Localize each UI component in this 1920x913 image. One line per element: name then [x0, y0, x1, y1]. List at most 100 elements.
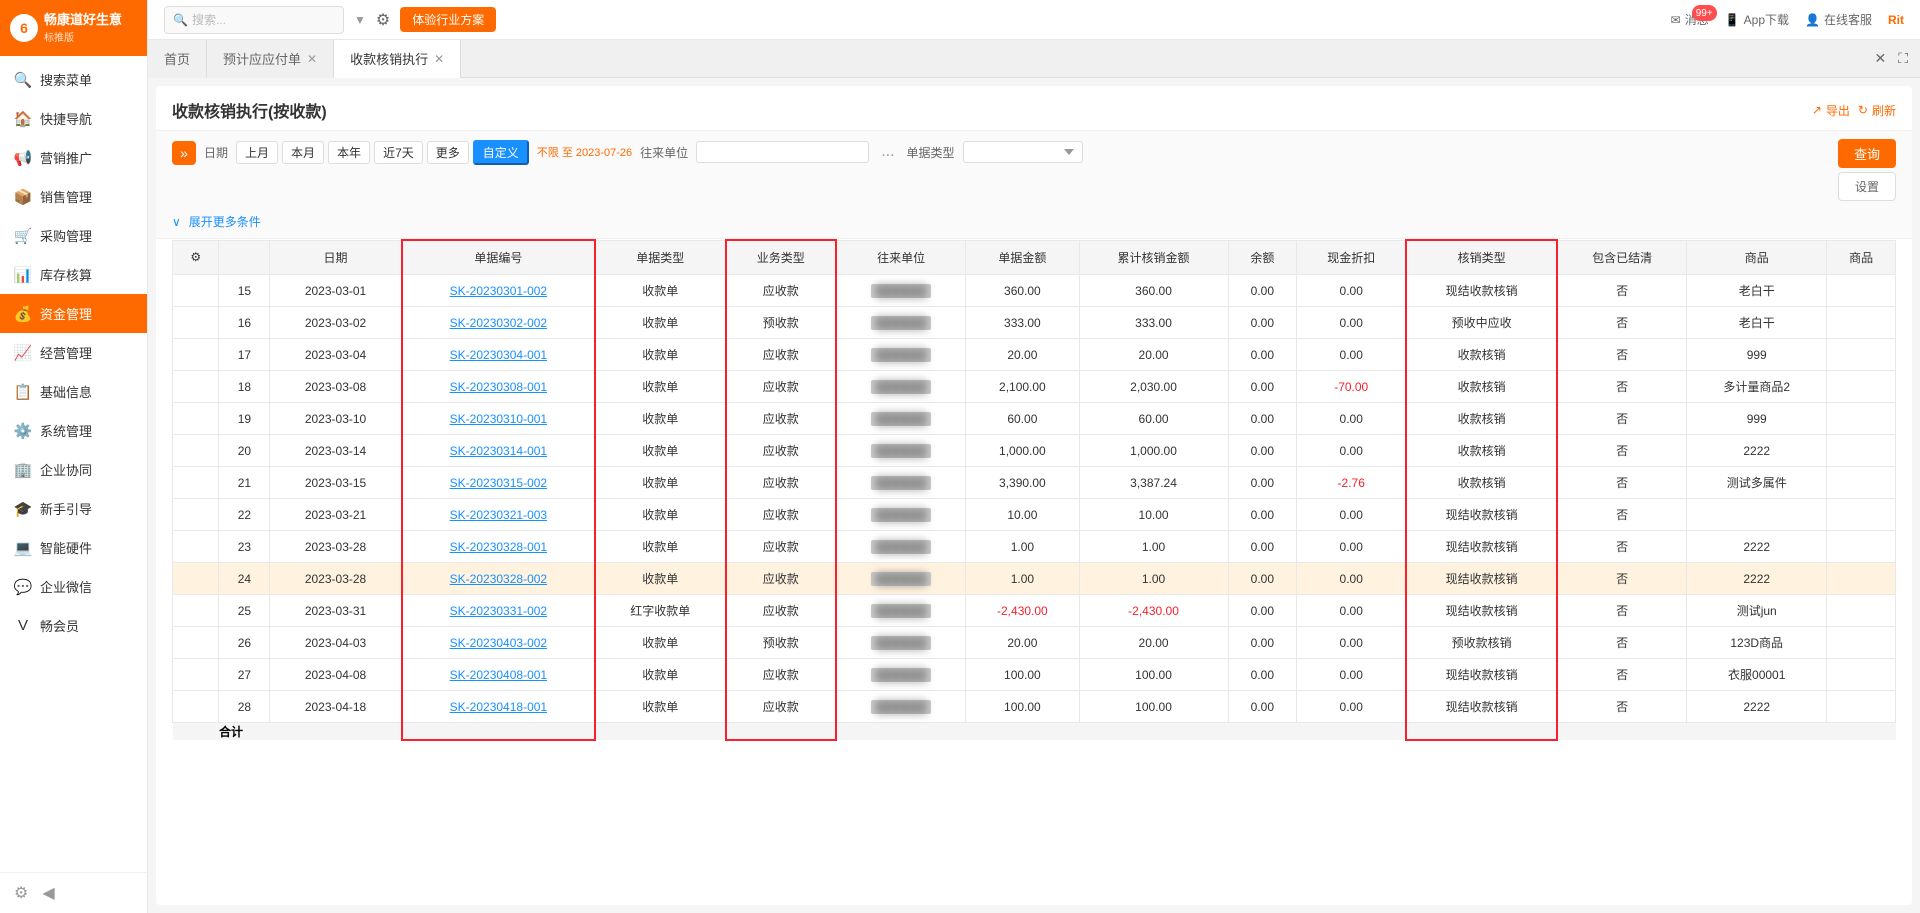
export-button[interactable]: ↗ 导出 — [1812, 102, 1850, 119]
sidebar: 6 畅康道好生意 标推版 🔍 搜索菜单 🏠 快捷导航 📢 营销推广 📦 销售管理… — [0, 0, 148, 913]
cell-balance: 0.00 — [1228, 595, 1297, 627]
gear-icon[interactable]: ⚙ — [376, 10, 390, 30]
industry-solution-button[interactable]: 体验行业方案 — [400, 7, 496, 32]
cell-doc-no[interactable]: SK-20230310-001 — [402, 403, 595, 435]
setting-button[interactable]: 设置 — [1838, 172, 1896, 201]
partner-input[interactable] — [696, 141, 869, 163]
cell-doc-no[interactable]: SK-20230328-002 — [402, 563, 595, 595]
cell-doc-no[interactable]: SK-20230403-002 — [402, 627, 595, 659]
cell-balance: 0.00 — [1228, 275, 1297, 307]
cell-date: 2023-04-08 — [270, 659, 402, 691]
topbar-search[interactable]: 🔍 搜索... — [164, 6, 344, 34]
cell-include-settled: 否 — [1557, 563, 1687, 595]
sidebar-item-search[interactable]: 🔍 搜索菜单 — [0, 60, 147, 99]
dropdown-arrow-icon[interactable]: ▼ — [354, 13, 366, 27]
cell-doc-type: 红字收款单 — [595, 595, 726, 627]
table-row: 272023-04-08SK-20230408-001收款单应收款██████1… — [173, 659, 1896, 691]
sidebar-item-enterprise[interactable]: 🏢 企业协同 — [0, 450, 147, 489]
last-month-button[interactable]: 上月 — [236, 141, 278, 164]
cell-doc-no[interactable]: SK-20230301-002 — [402, 275, 595, 307]
cell-goods2 — [1827, 435, 1896, 467]
cell-doc-no[interactable]: SK-20230328-001 — [402, 531, 595, 563]
online-service-button[interactable]: 👤 在线客服 — [1805, 11, 1872, 28]
last-7days-button[interactable]: 近7天 — [374, 141, 423, 164]
this-month-button[interactable]: 本月 — [282, 141, 324, 164]
cell-select — [173, 595, 219, 627]
filter-expand-button[interactable]: » — [172, 141, 196, 165]
sidebar-item-system[interactable]: ⚙️ 系统管理 — [0, 411, 147, 450]
cell-doc-no[interactable]: SK-20230408-001 — [402, 659, 595, 691]
more-date-button[interactable]: 更多 — [427, 141, 469, 164]
sidebar-item-inventory[interactable]: 📊 库存核算 — [0, 255, 147, 294]
sidebar-item-finance[interactable]: 💰 资金管理 — [0, 294, 147, 333]
user-avatar[interactable]: Rit — [1888, 13, 1904, 27]
tab-collection[interactable]: 收款核销执行 ✕ — [334, 40, 461, 78]
date-filter-label: 日期 — [204, 144, 228, 161]
cell-goods: 测试jun — [1687, 595, 1827, 627]
sidebar-item-member[interactable]: V 畅会员 — [0, 606, 147, 645]
cell-goods2 — [1827, 499, 1896, 531]
service-icon: 👤 — [1805, 13, 1820, 27]
maximize-icon[interactable]: ⛶ — [1894, 46, 1912, 71]
cell-select — [173, 435, 219, 467]
col-biz-type: 业务类型 — [726, 240, 836, 275]
col-gear[interactable]: ⚙ — [173, 240, 219, 275]
cell-include-settled: 否 — [1557, 595, 1687, 627]
cell-doc-no[interactable]: SK-20230304-001 — [402, 339, 595, 371]
cell-doc-no[interactable]: SK-20230302-002 — [402, 307, 595, 339]
cell-doc-no[interactable]: SK-20230314-001 — [402, 435, 595, 467]
cell-doc-no[interactable]: SK-20230308-001 — [402, 371, 595, 403]
cell-partner: ██████ — [836, 371, 966, 403]
tabbar-actions: ✕ ⛶ — [1870, 46, 1920, 71]
tab-prepay[interactable]: 预计应应付单 ✕ — [207, 40, 334, 78]
data-table: ⚙ 日期 单据编号 单据类型 业务类型 往来单位 单据金额 累计核销金额 余额 … — [172, 239, 1896, 741]
cell-include-settled: 否 — [1557, 371, 1687, 403]
cell-doc-no[interactable]: SK-20230321-003 — [402, 499, 595, 531]
doc-type-select[interactable] — [963, 141, 1083, 163]
cell-doc-no[interactable]: SK-20230418-001 — [402, 691, 595, 723]
sidebar-item-basic[interactable]: 📋 基础信息 — [0, 372, 147, 411]
sidebar-item-hardware[interactable]: 💻 智能硬件 — [0, 528, 147, 567]
sidebar-item-quick-nav[interactable]: 🏠 快捷导航 — [0, 99, 147, 138]
expand-more-row[interactable]: ∨ 展开更多条件 — [172, 213, 1896, 230]
tab-home[interactable]: 首页 — [148, 40, 207, 78]
sidebar-item-guide[interactable]: 🎓 新手引导 — [0, 489, 147, 528]
footer-doc-no — [402, 723, 595, 741]
more-filters-icon[interactable]: ... — [877, 143, 898, 161]
settings-icon[interactable]: ⚙ — [14, 883, 28, 903]
query-button[interactable]: 查询 — [1838, 139, 1896, 168]
col-partner: 往来单位 — [836, 240, 966, 275]
cell-partner: ██████ — [836, 275, 966, 307]
cell-date: 2023-03-28 — [270, 563, 402, 595]
cell-goods: 老白干 — [1687, 275, 1827, 307]
cell-balance: 0.00 — [1228, 659, 1297, 691]
cell-discount: 0.00 — [1297, 595, 1407, 627]
sidebar-item-marketing[interactable]: 📢 营销推广 — [0, 138, 147, 177]
close-tab-icon[interactable]: ✕ — [1870, 46, 1890, 71]
cell-verified: 60.00 — [1079, 403, 1228, 435]
close-prepay-tab-icon[interactable]: ✕ — [307, 52, 317, 66]
cell-doc-type: 收款单 — [595, 691, 726, 723]
cell-goods2 — [1827, 595, 1896, 627]
sidebar-item-wechat[interactable]: 💬 企业微信 — [0, 567, 147, 606]
app-download-button[interactable]: 📱 App下载 — [1725, 11, 1789, 28]
sidebar-item-sales[interactable]: 📦 销售管理 — [0, 177, 147, 216]
cell-doc-no[interactable]: SK-20230331-002 — [402, 595, 595, 627]
cell-include-settled: 否 — [1557, 627, 1687, 659]
cell-partner: ██████ — [836, 339, 966, 371]
table-row: 212023-03-15SK-20230315-002收款单应收款██████3… — [173, 467, 1896, 499]
cell-discount: 0.00 — [1297, 563, 1407, 595]
custom-date-button[interactable]: 自定义 — [473, 140, 529, 165]
messages-button[interactable]: ✉ 消息 99+ — [1671, 11, 1709, 28]
collapse-icon[interactable]: ◀ — [42, 883, 54, 903]
basic-icon: 📋 — [14, 383, 32, 401]
message-count-badge: 99+ — [1692, 5, 1717, 21]
cell-biz-type: 应收款 — [726, 403, 836, 435]
cell-doc-no[interactable]: SK-20230315-002 — [402, 467, 595, 499]
close-collection-tab-icon[interactable]: ✕ — [434, 52, 444, 66]
sidebar-item-purchase[interactable]: 🛒 采购管理 — [0, 216, 147, 255]
sidebar-item-operation[interactable]: 📈 经营管理 — [0, 333, 147, 372]
this-year-button[interactable]: 本年 — [328, 141, 370, 164]
cell-amount: 1.00 — [966, 531, 1079, 563]
refresh-button[interactable]: ↻ 刷新 — [1858, 102, 1896, 119]
